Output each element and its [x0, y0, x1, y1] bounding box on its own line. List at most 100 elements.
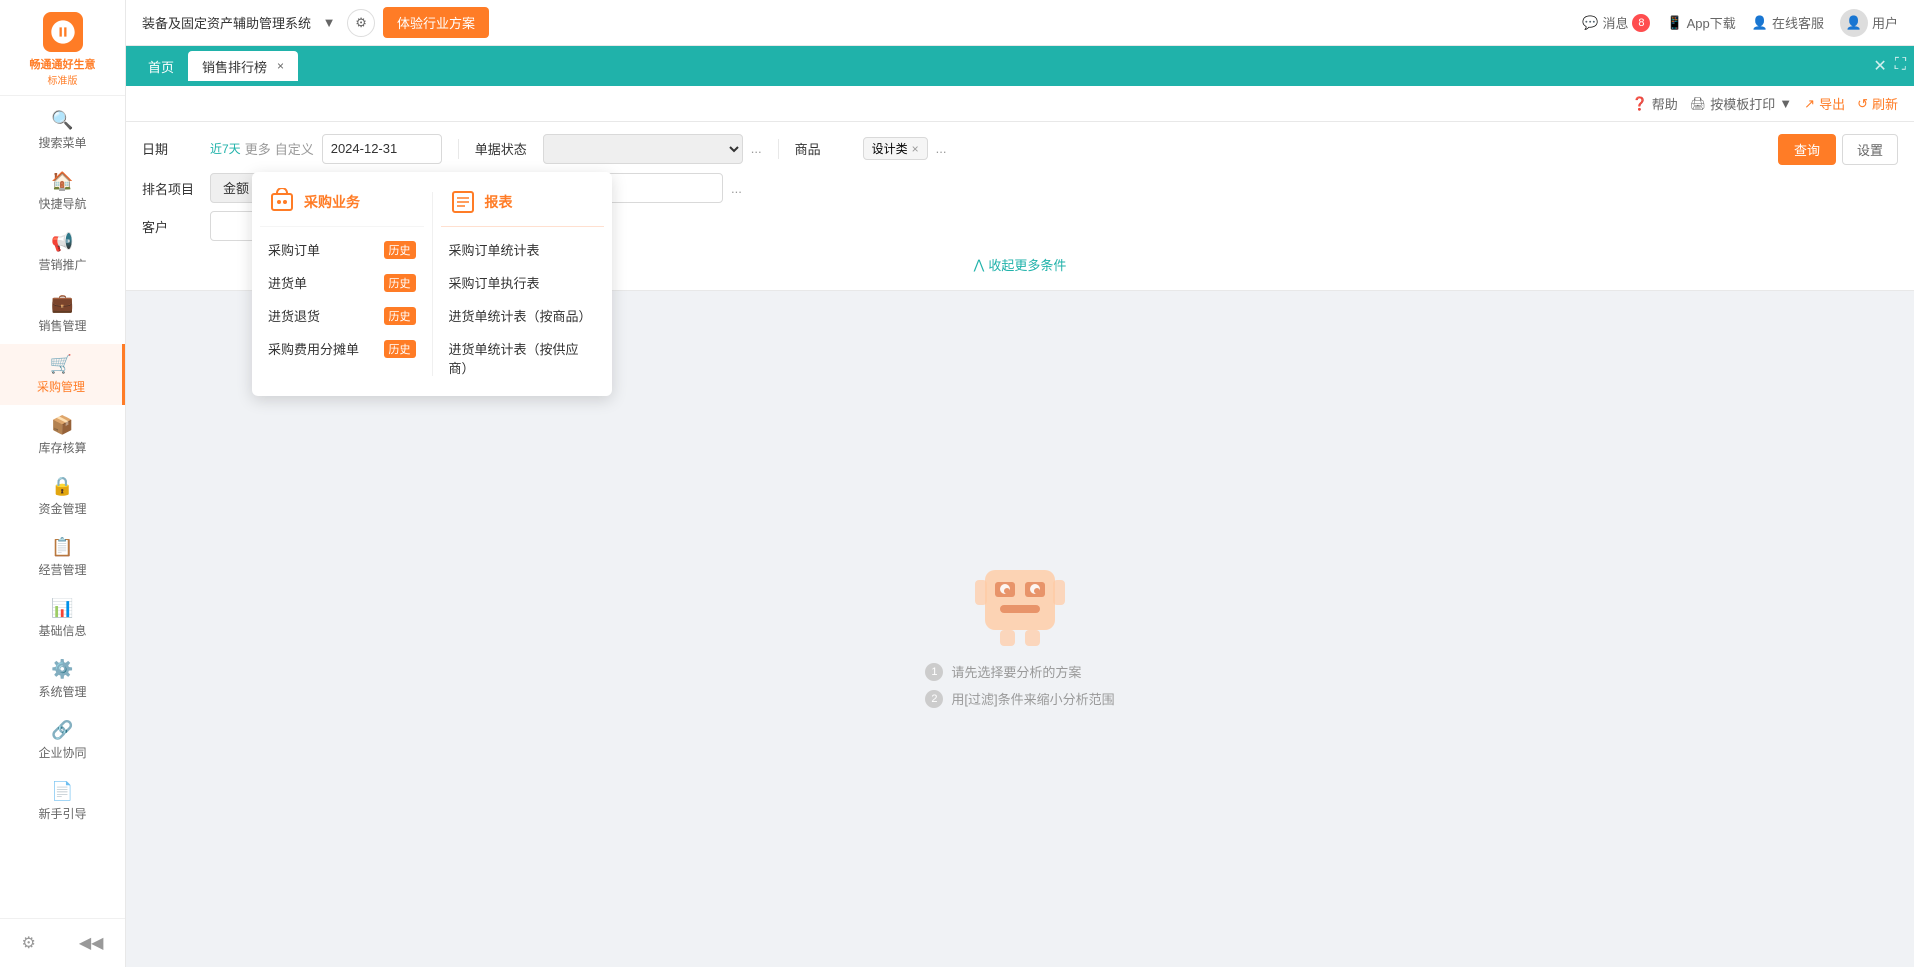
- window-controls: ✕ ⛶: [1873, 56, 1906, 76]
- hint-num-1: 1: [925, 663, 943, 681]
- user-action[interactable]: 👤 用户: [1840, 9, 1898, 37]
- sidebar-item-marketing[interactable]: 📢 营销推广: [0, 222, 125, 283]
- rank-label: 排名项目: [142, 179, 202, 198]
- tab-sales-rank[interactable]: 销售排行榜 ×: [188, 51, 298, 81]
- sidebar-item-enterprise[interactable]: 🔗 企业协同: [0, 710, 125, 771]
- collapse-up-icon: ⋀: [974, 257, 985, 273]
- enterprise-nav-icon: 🔗: [51, 720, 73, 741]
- menu-item-expense[interactable]: 采购费用分摊单 历史: [260, 332, 424, 365]
- filter-separator-2: [778, 139, 779, 159]
- print-dropdown-icon[interactable]: ▼: [1779, 96, 1792, 111]
- help-icon: ❓: [1632, 96, 1648, 112]
- system-title: 装备及固定资产辅助管理系统: [142, 13, 311, 32]
- goods-tag: 设计类 ×: [863, 137, 928, 160]
- sidebar-label-base: 基础信息: [38, 622, 86, 639]
- tab-home-label: 首页: [148, 57, 174, 76]
- query-button[interactable]: 查询: [1778, 134, 1836, 165]
- menu-item-po-stats[interactable]: 采购订单统计表: [441, 233, 605, 266]
- help-button[interactable]: ❓ 帮助: [1632, 94, 1678, 113]
- export-button[interactable]: ↗ 导出: [1804, 94, 1845, 113]
- settings-bottom-icon[interactable]: ⚙: [18, 929, 40, 957]
- logo-sub: 标准版: [48, 72, 78, 87]
- sidebar-item-base[interactable]: 📊 基础信息: [0, 588, 125, 649]
- sidebar-item-capital[interactable]: 🔒 资金管理: [0, 466, 125, 527]
- date-filter-label: 日期: [142, 139, 202, 158]
- menu-item-return[interactable]: 进货退货 历史: [260, 299, 424, 332]
- goods-tag-close[interactable]: ×: [912, 142, 919, 156]
- base-nav-icon: 📊: [51, 598, 73, 619]
- sidebar-item-inventory[interactable]: 📦 库存核算: [0, 405, 125, 466]
- print-button[interactable]: 🖨 按模板打印 ▼: [1690, 94, 1792, 113]
- refresh-icon: ↺: [1857, 96, 1868, 112]
- sidebar-item-search[interactable]: 🔍 搜索菜单: [0, 100, 125, 161]
- filter-separator-1: [458, 139, 459, 159]
- hint-text-1: 请先选择要分析的方案: [951, 662, 1081, 681]
- tab-close-icon[interactable]: ×: [277, 59, 284, 73]
- collapse-sidebar-icon[interactable]: ◀◀: [75, 929, 108, 957]
- user-label: 用户: [1872, 13, 1898, 32]
- menu-item-po-stats-label: 采购订单统计表: [449, 240, 540, 259]
- date-filter-control: 近7天 更多 自定义: [210, 139, 314, 158]
- menu-item-purchase-order[interactable]: 采购订单 历史: [260, 233, 424, 266]
- capital-nav-icon: 🔒: [51, 476, 73, 497]
- sidebar-item-operation[interactable]: 📋 经营管理: [0, 527, 125, 588]
- date-input[interactable]: [322, 134, 442, 164]
- dropdown-col1-title: 采购业务: [304, 192, 360, 212]
- menu-item-incoming[interactable]: 进货单 历史: [260, 266, 424, 299]
- menu-item-incoming-stats-goods[interactable]: 进货单统计表（按商品）: [441, 299, 605, 332]
- export-icon: ↗: [1804, 96, 1815, 112]
- message-label: 消息: [1602, 13, 1628, 32]
- menu-item-incoming-stats-supplier[interactable]: 进货单统计表（按供应商）: [441, 332, 605, 384]
- window-close-icon[interactable]: ✕: [1873, 56, 1886, 76]
- doc-status-section: 单据状态 ...: [475, 134, 762, 164]
- sidebar-item-system[interactable]: ⚙️ 系统管理: [0, 649, 125, 710]
- header-right: 💬 消息 8 📱 App下载 👤 在线客服 👤 用户: [1582, 9, 1898, 37]
- empty-hints: 1 请先选择要分析的方案 2 用[过滤]条件来缩小分析范围: [925, 662, 1114, 708]
- history-badge-4: 历史: [384, 340, 416, 358]
- header-settings-button[interactable]: ⚙: [347, 9, 375, 37]
- dropdown-col1-header: 采购业务: [260, 184, 424, 227]
- menu-item-po-exec[interactable]: 采购订单执行表: [441, 266, 605, 299]
- app-download-action[interactable]: 📱 App下载: [1666, 13, 1735, 32]
- doc-status-dots: ...: [751, 141, 762, 156]
- sidebar-item-newbie[interactable]: 📄 新手引导: [0, 771, 125, 832]
- user-avatar: 👤: [1840, 9, 1868, 37]
- sidebar-item-sales[interactable]: 💼 销售管理: [0, 283, 125, 344]
- newbie-nav-icon: 📄: [51, 781, 73, 802]
- refresh-button[interactable]: ↺ 刷新: [1857, 94, 1898, 113]
- sidebar-label-marketing: 营销推广: [38, 256, 86, 273]
- service-label: 在线客服: [1772, 13, 1824, 32]
- goods-dots: ...: [936, 141, 947, 156]
- system-dropdown-button[interactable]: ▼: [319, 13, 339, 33]
- menu-item-incoming-stats-goods-label: 进货单统计表（按商品）: [449, 306, 592, 325]
- sidebar-label-operation: 经营管理: [38, 561, 86, 578]
- tab-home[interactable]: 首页: [134, 51, 188, 81]
- dropdown-col2-title: 报表: [485, 192, 513, 212]
- online-service-action[interactable]: 👤 在线客服: [1752, 13, 1824, 32]
- header-left: 装备及固定资产辅助管理系统 ▼ ⚙ 体验行业方案: [142, 7, 489, 38]
- service-icon: 👤: [1752, 15, 1768, 31]
- date-custom[interactable]: 自定义: [275, 139, 314, 158]
- window-maximize-icon[interactable]: ⛶: [1895, 56, 1906, 76]
- sidebar-label-capital: 资金管理: [38, 500, 86, 517]
- purchase-nav-icon: 🛒: [50, 354, 72, 375]
- app-label: App下载: [1687, 13, 1736, 32]
- industry-button[interactable]: 体验行业方案: [383, 7, 489, 38]
- date-filter-section: 日期 近7天 更多 自定义: [142, 134, 442, 164]
- sidebar-item-purchase[interactable]: 🛒 采购管理: [0, 344, 125, 405]
- logo-text: 畅通通好生意: [30, 56, 96, 72]
- message-action[interactable]: 💬 消息 8: [1582, 13, 1650, 32]
- date-7days[interactable]: 近7天: [210, 140, 241, 157]
- logo-area: 畅通通好生意 标准版: [0, 0, 125, 96]
- doc-status-select[interactable]: [543, 134, 743, 164]
- menu-item-po-exec-label: 采购订单执行表: [449, 273, 540, 292]
- customer-label: 客户: [142, 217, 202, 236]
- date-more[interactable]: 更多: [245, 139, 271, 158]
- sidebar-label-guide: 快捷导航: [38, 195, 86, 212]
- menu-item-return-label: 进货退货: [268, 306, 320, 325]
- sidebar-label-enterprise: 企业协同: [38, 744, 86, 761]
- history-badge-1: 历史: [384, 241, 416, 259]
- sidebar-item-guide[interactable]: 🏠 快捷导航: [0, 161, 125, 222]
- toolbar: ❓ 帮助 🖨 按模板打印 ▼ ↗ 导出 ↺ 刷新: [126, 86, 1914, 122]
- settings-button[interactable]: 设置: [1842, 134, 1898, 165]
